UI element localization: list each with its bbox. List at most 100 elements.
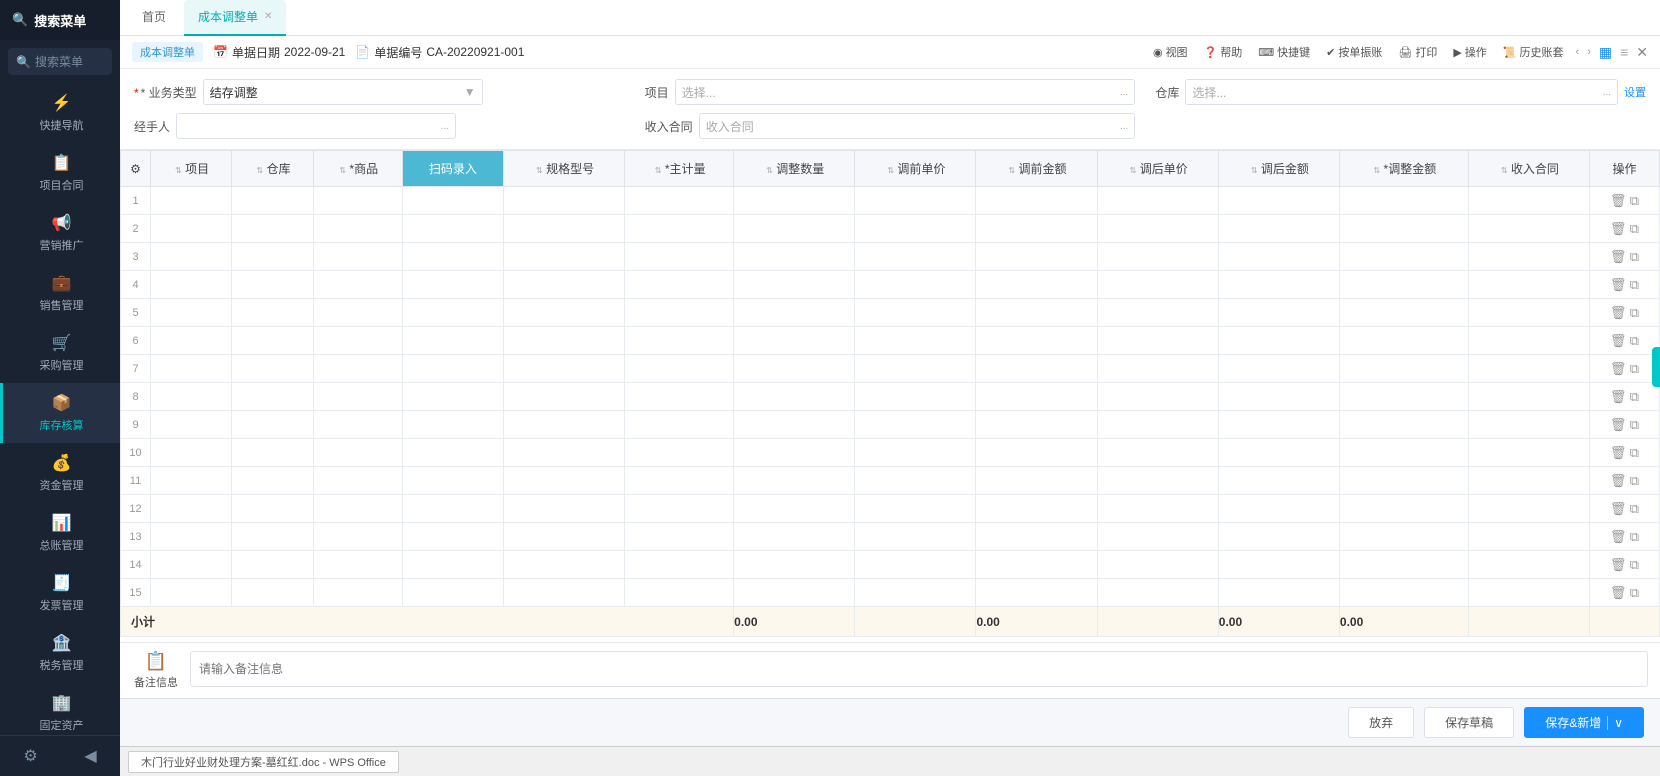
delete-icon-8[interactable]: 🗑 [1610, 389, 1627, 404]
row-6-unit[interactable] [625, 327, 734, 355]
row-6-project[interactable] [151, 327, 232, 355]
notes-input[interactable] [190, 651, 1648, 687]
copy-icon-14[interactable]: ⧉ [1630, 557, 1639, 572]
row-13-pre-amount[interactable] [976, 523, 1097, 551]
row-1-project[interactable] [151, 187, 232, 215]
row-8-pre-amount[interactable] [976, 383, 1097, 411]
row-3-project[interactable] [151, 243, 232, 271]
row-4-warehouse[interactable] [232, 271, 313, 299]
row-4-post-amount[interactable] [1218, 271, 1339, 299]
row-10-project[interactable] [151, 439, 232, 467]
row-14-income-contract[interactable] [1468, 551, 1589, 579]
row-8-adj-qty[interactable] [734, 383, 855, 411]
row-13-income-contract[interactable] [1468, 523, 1589, 551]
row-12-post-amount[interactable] [1218, 495, 1339, 523]
row-2-pre-unit-price[interactable] [855, 215, 976, 243]
sidebar-search[interactable]: 🔍 搜索菜单 [8, 48, 112, 75]
row-4-post-unit-price[interactable] [1097, 271, 1218, 299]
row-5-scan[interactable] [402, 299, 503, 327]
sidebar-item-ledger-mgmt[interactable]: 📊总账管理 [0, 503, 120, 563]
settings-link[interactable]: 设置 [1624, 84, 1646, 100]
warehouse-input[interactable]: 选择... ... [1185, 79, 1618, 105]
row-15-warehouse[interactable] [232, 579, 313, 607]
row-14-adj-qty[interactable] [734, 551, 855, 579]
row-11-adj-qty[interactable] [734, 467, 855, 495]
row-8-warehouse[interactable] [232, 383, 313, 411]
copy-icon-5[interactable]: ⧉ [1630, 305, 1639, 320]
no-value[interactable]: CA-20220921-001 [426, 45, 524, 59]
row-10-adj-amount[interactable] [1339, 439, 1468, 467]
delete-icon-2[interactable]: 🗑 [1610, 221, 1627, 236]
row-6-post-unit-price[interactable] [1097, 327, 1218, 355]
handler-input[interactable]: ... [176, 113, 456, 139]
row-15-adj-amount[interactable] [1339, 579, 1468, 607]
row-1-post-unit-price[interactable] [1097, 187, 1218, 215]
row-12-income-contract[interactable] [1468, 495, 1589, 523]
row-8-unit[interactable] [625, 383, 734, 411]
row-11-pre-unit-price[interactable] [855, 467, 976, 495]
row-5-project[interactable] [151, 299, 232, 327]
row-2-income-contract[interactable] [1468, 215, 1589, 243]
row-8-post-unit-price[interactable] [1097, 383, 1218, 411]
row-10-scan[interactable] [402, 439, 503, 467]
row-11-spec[interactable] [503, 467, 624, 495]
row-1-pre-amount[interactable] [976, 187, 1097, 215]
sidebar-item-sales-promo[interactable]: 📢营销推广 [0, 203, 120, 263]
row-15-post-amount[interactable] [1218, 579, 1339, 607]
row-3-post-amount[interactable] [1218, 243, 1339, 271]
delete-icon-5[interactable]: 🗑 [1610, 305, 1627, 320]
row-1-unit[interactable] [625, 187, 734, 215]
row-5-unit[interactable] [625, 299, 734, 327]
row-10-adj-qty[interactable] [734, 439, 855, 467]
copy-icon-6[interactable]: ⧉ [1630, 333, 1639, 348]
row-15-scan[interactable] [402, 579, 503, 607]
row-6-adj-qty[interactable] [734, 327, 855, 355]
row-12-spec[interactable] [503, 495, 624, 523]
row-13-scan[interactable] [402, 523, 503, 551]
row-12-product[interactable] [313, 495, 402, 523]
collapse-icon[interactable]: ◀ [84, 746, 96, 766]
sidebar-item-inventory[interactable]: 📦库存核算 [0, 383, 120, 443]
row-7-warehouse[interactable] [232, 355, 313, 383]
copy-icon-9[interactable]: ⧉ [1630, 417, 1639, 432]
row-2-pre-amount[interactable] [976, 215, 1097, 243]
delete-icon-9[interactable]: 🗑 [1610, 417, 1627, 432]
handler-dots[interactable]: ... [441, 121, 449, 132]
row-9-scan[interactable] [402, 411, 503, 439]
row-1-post-amount[interactable] [1218, 187, 1339, 215]
row-8-adj-amount[interactable] [1339, 383, 1468, 411]
row-13-pre-unit-price[interactable] [855, 523, 976, 551]
sidebar-item-sales-mgmt[interactable]: 💼销售管理 [0, 263, 120, 323]
row-15-pre-amount[interactable] [976, 579, 1097, 607]
copy-icon-11[interactable]: ⧉ [1630, 473, 1639, 488]
grid-view-btn[interactable]: ▦ [1599, 44, 1612, 61]
row-2-warehouse[interactable] [232, 215, 313, 243]
row-8-pre-unit-price[interactable] [855, 383, 976, 411]
row-11-pre-amount[interactable] [976, 467, 1097, 495]
row-13-post-amount[interactable] [1218, 523, 1339, 551]
row-13-adj-amount[interactable] [1339, 523, 1468, 551]
copy-icon-3[interactable]: ⧉ [1630, 249, 1639, 264]
row-11-project[interactable] [151, 467, 232, 495]
row-12-pre-amount[interactable] [976, 495, 1097, 523]
row-6-pre-unit-price[interactable] [855, 327, 976, 355]
row-3-adj-amount[interactable] [1339, 243, 1468, 271]
row-3-income-contract[interactable] [1468, 243, 1589, 271]
row-7-pre-unit-price[interactable] [855, 355, 976, 383]
row-14-post-unit-price[interactable] [1097, 551, 1218, 579]
row-5-product[interactable] [313, 299, 402, 327]
row-3-product[interactable] [313, 243, 402, 271]
view-btn[interactable]: ◉ 视图 [1149, 42, 1192, 62]
row-4-spec[interactable] [503, 271, 624, 299]
delete-icon-15[interactable]: 🗑 [1610, 585, 1627, 600]
row-13-post-unit-price[interactable] [1097, 523, 1218, 551]
income-contract-dots[interactable]: ... [1120, 121, 1128, 132]
delete-icon-4[interactable]: 🗑 [1610, 277, 1627, 292]
copy-icon-4[interactable]: ⧉ [1630, 277, 1639, 292]
tab-home[interactable]: 首页 [128, 0, 180, 36]
row-9-adj-qty[interactable] [734, 411, 855, 439]
row-2-post-unit-price[interactable] [1097, 215, 1218, 243]
row-7-post-unit-price[interactable] [1097, 355, 1218, 383]
row-6-post-amount[interactable] [1218, 327, 1339, 355]
row-14-adj-amount[interactable] [1339, 551, 1468, 579]
